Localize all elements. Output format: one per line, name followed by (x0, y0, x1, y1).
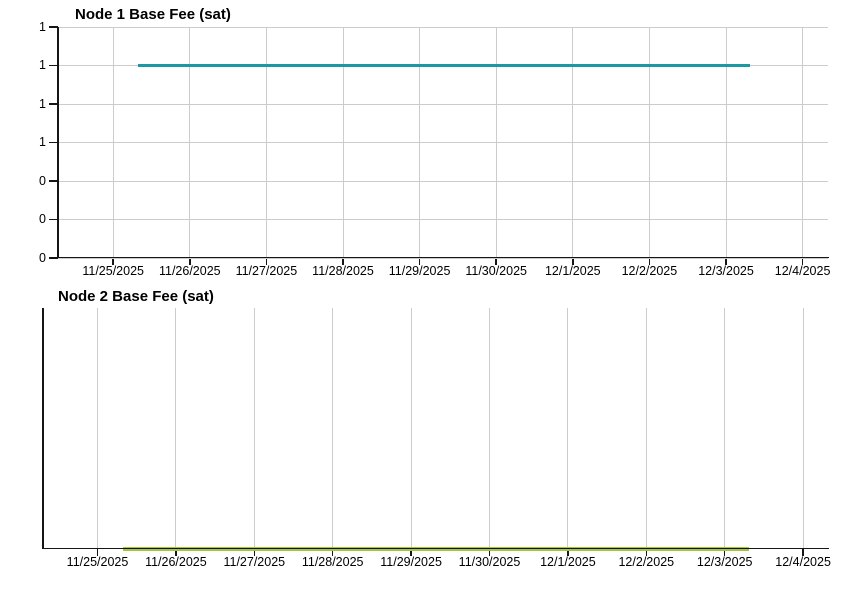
x-axis-baseline (42, 547, 829, 550)
x-gridline (97, 308, 98, 549)
x-gridline (410, 308, 412, 549)
x-gridline (645, 308, 647, 549)
y-axis-spine (42, 308, 44, 549)
x-gridline (332, 308, 334, 549)
x-gridline (724, 308, 726, 549)
base-fee-charts-panel: Node 1 Base Fee (sat) 11/25/2025 11/26/20… (0, 0, 860, 600)
x-gridline (567, 308, 569, 549)
x-gridline (489, 308, 490, 549)
x-gridline (802, 308, 804, 549)
x-tick-label: 12/4/2025 (775, 555, 831, 569)
x-gridline (253, 308, 255, 549)
chart-2-plot-area: 11/25/2025 11/26/2025 11/27/2025 11/28/2025… (0, 0, 860, 600)
x-gridline (175, 308, 177, 549)
